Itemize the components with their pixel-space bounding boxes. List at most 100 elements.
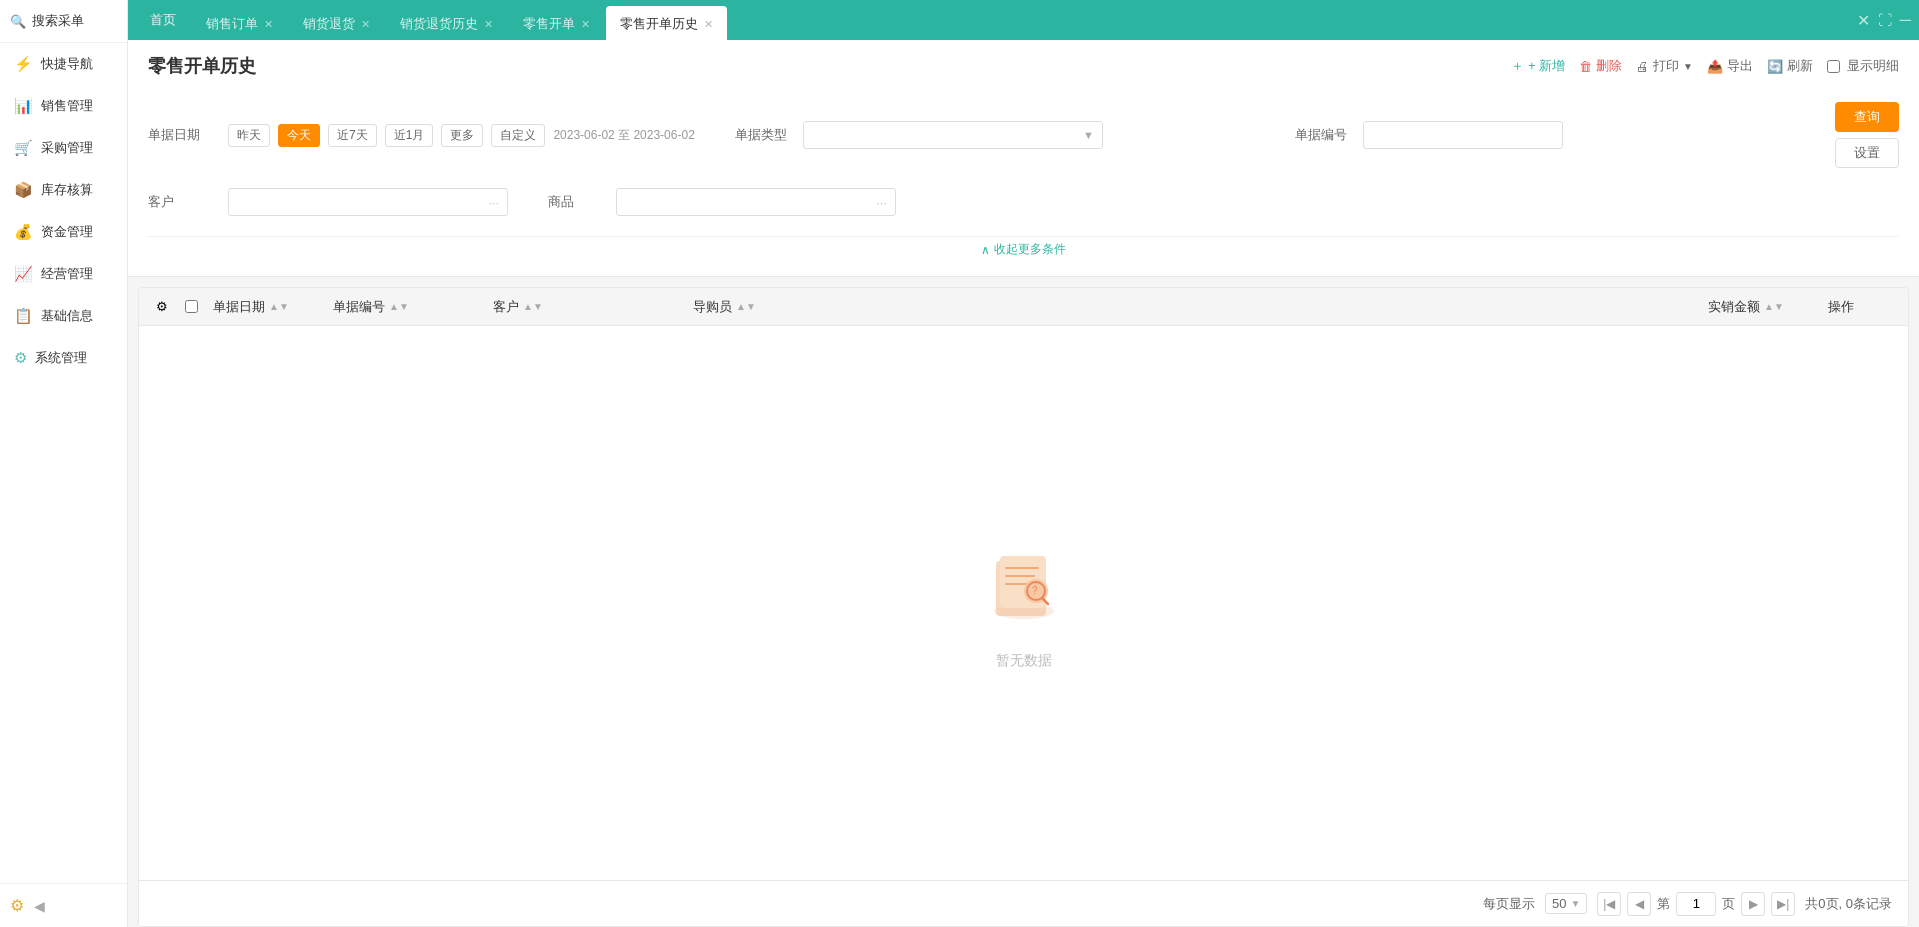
sort-date-icon: ▲▼ [269,302,289,312]
sidebar-item-label: 经营管理 [41,265,93,283]
sidebar-item-label: 资金管理 [41,223,93,241]
tab-bar-minimize-icon[interactable]: ─ [1900,11,1911,29]
yesterday-btn[interactable]: 昨天 [228,124,270,147]
per-page-label: 每页显示 [1483,895,1535,913]
tab-retail-open[interactable]: 零售开单 ✕ [509,6,604,42]
th-customer[interactable]: 客户 ▲▼ [485,298,685,316]
sidebar-item-quick-nav[interactable]: ⚡ 快捷导航 [0,43,127,85]
more-btn[interactable]: 更多 [441,124,483,147]
th-amount[interactable]: 实销金额 ▲▼ [1700,298,1820,316]
action-buttons: 查询 设置 [1835,102,1899,168]
th-date[interactable]: 单据日期 ▲▼ [205,298,325,316]
search-icon: 🔍 [10,14,26,29]
th-guide[interactable]: 导购员 ▲▼ [685,298,805,316]
finance-icon: 💰 [14,223,33,241]
tab-close-sales-order[interactable]: ✕ [264,18,273,31]
page-input[interactable] [1676,892,1716,916]
filter-row-1: 单据日期 昨天 今天 近7天 近1月 更多 自定义 2023-06-02 至 2… [148,102,1899,168]
display-detail-checkbox[interactable] [1827,60,1840,73]
table-header: ⚙ 单据日期 ▲▼ 单据编号 ▲▼ 客户 ▲▼ 导购员 [139,288,1908,326]
sidebar-search-label: 搜索采单 [32,12,84,30]
settings-icon[interactable]: ⚙ [10,896,24,915]
customer-dots: ··· [488,195,499,210]
tab-close-retail-open-history[interactable]: ✕ [704,18,713,31]
print-button[interactable]: 🖨 打印 ▼ [1636,57,1693,75]
next-page-btn[interactable]: ▶ [1741,892,1765,916]
sys-mgmt-icon: ⚙ [14,349,27,367]
sidebar-item-finance[interactable]: 💰 资金管理 [0,211,127,253]
page-label: 第 [1657,895,1670,913]
today-btn[interactable]: 今天 [278,124,320,147]
refresh-icon: 🔄 [1767,59,1783,74]
tab-home[interactable]: 首页 [136,5,190,35]
product-filter-label: 商品 [548,193,608,211]
doc-type-select[interactable]: ▼ [803,121,1103,149]
first-page-btn[interactable]: |◀ [1597,892,1621,916]
doc-type-label: 单据类型 [735,126,795,144]
sidebar-item-base-info[interactable]: 📋 基础信息 [0,295,127,337]
last-page-btn[interactable]: ▶| [1771,892,1795,916]
product-input[interactable]: ··· [616,188,896,216]
sidebar-item-purchase-mgmt[interactable]: 🛒 采购管理 [0,127,127,169]
filter-area: 单据日期 昨天 今天 近7天 近1月 更多 自定义 2023-06-02 至 2… [148,92,1899,276]
quick-nav-icon: ⚡ [14,55,33,73]
per-page-dropdown-icon: ▼ [1570,898,1580,909]
per-page-select[interactable]: 50 ▼ [1545,893,1587,914]
tab-close-retail-open[interactable]: ✕ [581,18,590,31]
sidebar-bottom: ⚙ ◀ [0,883,127,927]
tab-close-sales-return-history[interactable]: ✕ [484,18,493,31]
sidebar-item-label: 快捷导航 [41,55,93,73]
customer-input[interactable]: ··· [228,188,508,216]
base-info-icon: 📋 [14,307,33,325]
empty-text: 暂无数据 [996,652,1052,670]
sidebar-item-sales-mgmt[interactable]: 📊 销售管理 [0,85,127,127]
filter-setting-button[interactable]: 设置 [1835,138,1899,168]
add-button[interactable]: ＋ + 新增 [1511,57,1565,75]
prev-page-btn[interactable]: ◀ [1627,892,1651,916]
tab-sales-return[interactable]: 销货退货 ✕ [289,6,384,42]
sidebar-item-label: 基础信息 [41,307,93,325]
tab-retail-open-history[interactable]: 零售开单历史 ✕ [606,6,727,42]
select-all-checkbox[interactable] [185,300,198,313]
doc-num-input[interactable] [1363,121,1563,149]
customer-filter-label: 客户 [148,193,208,211]
sidebar-item-sys-mgmt[interactable]: ⚙ 系统管理 [0,337,127,379]
dropdown-icon: ▼ [1083,129,1094,141]
collapse-sidebar-icon[interactable]: ◀ [34,898,45,914]
svg-text:?: ? [1032,585,1038,596]
th-num[interactable]: 单据编号 ▲▼ [325,298,485,316]
sidebar-item-label: 库存核算 [41,181,93,199]
empty-illustration: ? [974,536,1074,636]
sidebar-item-label: 系统管理 [35,349,87,367]
print-dropdown-icon: ▼ [1683,61,1693,72]
sidebar-item-inventory[interactable]: 📦 库存核算 [0,169,127,211]
page-header: 零售开单历史 ＋ + 新增 🗑 删除 🖨 打印 ▼ [128,40,1919,277]
display-detail-button[interactable]: 显示明细 [1827,57,1899,75]
refresh-button[interactable]: 🔄 刷新 [1767,57,1813,75]
delete-button[interactable]: 🗑 删除 [1579,57,1622,75]
collapse-button[interactable]: ∧ 收起更多条件 [981,241,1066,258]
last7-btn[interactable]: 近7天 [328,124,377,147]
export-button[interactable]: 📤 导出 [1707,57,1753,75]
last-month-btn[interactable]: 近1月 [385,124,434,147]
content-area: 零售开单历史 ＋ + 新增 🗑 删除 🖨 打印 ▼ [128,40,1919,927]
table-settings-icon[interactable]: ⚙ [147,299,177,314]
date-filter-label: 单据日期 [148,126,208,144]
sidebar-item-operations[interactable]: 📈 经营管理 [0,253,127,295]
sort-customer-icon: ▲▼ [523,302,543,312]
sidebar-search[interactable]: 🔍 搜索采单 [0,0,127,43]
tab-bar-restore-icon[interactable]: ⛶ [1878,12,1892,28]
table-area: ⚙ 单据日期 ▲▼ 单据编号 ▲▼ 客户 ▲▼ 导购员 [138,287,1909,927]
sort-amount-icon: ▲▼ [1764,302,1784,312]
tab-close-sales-return[interactable]: ✕ [361,18,370,31]
tab-sales-return-history[interactable]: 销货退货历史 ✕ [386,6,507,42]
table-select-all[interactable] [177,300,205,313]
export-icon: 📤 [1707,59,1723,74]
query-button[interactable]: 查询 [1835,102,1899,132]
collapse-row: ∧ 收起更多条件 [148,236,1899,262]
date-filter-group: 昨天 今天 近7天 近1月 更多 自定义 2023-06-02 至 2023-0… [228,124,695,147]
tab-bar-close-icon[interactable]: ✕ [1857,11,1870,30]
tab-sales-order[interactable]: 销售订单 ✕ [192,6,287,42]
custom-btn[interactable]: 自定义 [491,124,545,147]
delete-icon: 🗑 [1579,59,1592,74]
